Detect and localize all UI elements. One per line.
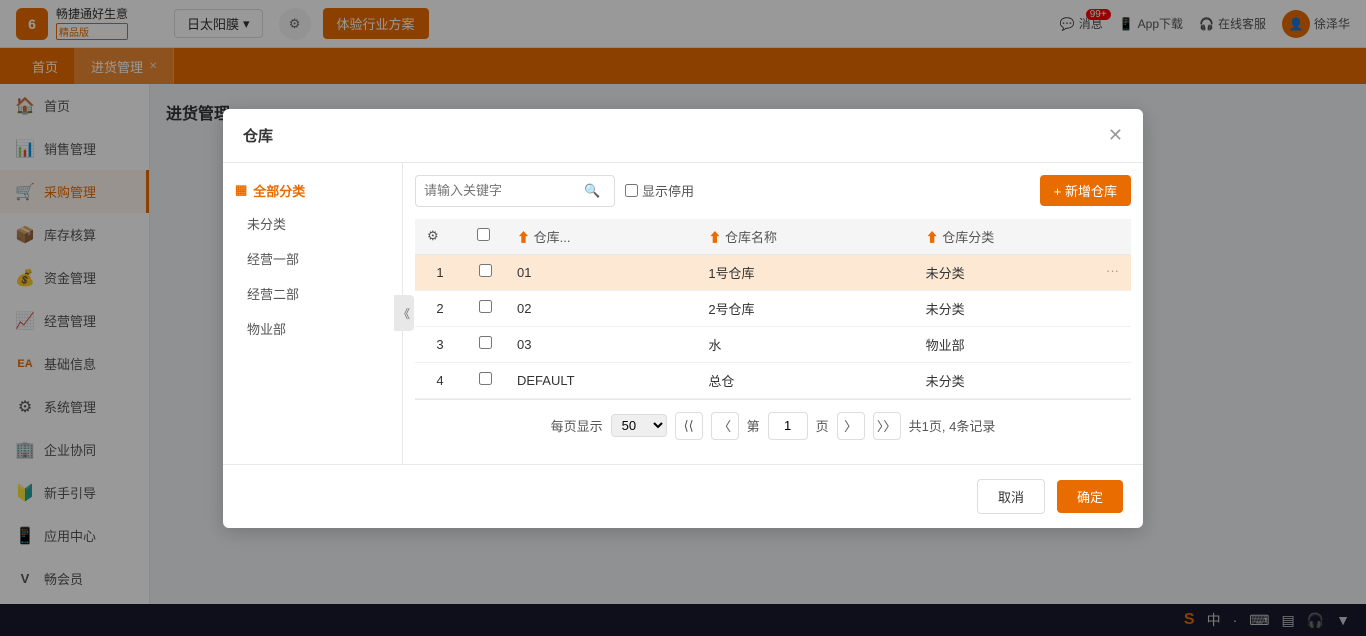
cancel-button[interactable]: 取消 [977,479,1045,514]
tree-item-uncategorized[interactable]: 未分类 [223,206,402,241]
confirm-button[interactable]: 确定 [1057,480,1123,513]
grid-icon: ▦ [235,182,247,198]
page-next-button[interactable]: 〉 [837,412,865,440]
modal-body: ▦ 全部分类 未分类 经营一部 经营二部 物业部 《 [223,163,1143,464]
col-header-name: ⬆ 仓库名称 [696,219,913,255]
modal-footer: 取消 确定 [223,464,1143,528]
modal-title: 仓库 [243,125,273,146]
modal-overlay: 仓库 ✕ ▦ 全部分类 未分类 经营一部 经营二部 [0,0,1366,636]
col-header-code: ⬆ 仓库... [505,219,696,255]
tree-root-label: 全部分类 [253,181,305,200]
search-input[interactable] [424,183,584,198]
per-page-label: 每页显示 [551,416,603,435]
table-row[interactable]: 4 DEFAULT 总仓 未分类 [415,362,1131,398]
sort-icon2: ⬆ [708,230,721,245]
row-category: 未分类 [914,362,1131,398]
table-header: ⚙ ⬆ 仓库... ⬆ [415,219,1131,255]
row-name: 1号仓库 [696,254,913,290]
row-checkbox-cell [465,254,505,290]
warehouse-modal: 仓库 ✕ ▦ 全部分类 未分类 经营一部 经营二部 [223,109,1143,528]
page-label: 第 [747,416,760,435]
row-name: 水 [696,326,913,362]
show-disabled-checkbox[interactable] [625,184,638,197]
modal-header: 仓库 ✕ [223,109,1143,163]
row-code: 01 [505,254,696,290]
page-last-button[interactable]: 〉〉 [873,412,901,440]
search-icon[interactable]: 🔍 [584,183,600,199]
total-label: 共1页, 4条记录 [909,416,996,435]
show-disabled-label: 显示停用 [642,181,694,200]
category-tree-panel: ▦ 全部分类 未分类 经营一部 经营二部 物业部 《 [223,163,403,464]
table-toolbar: 🔍 显示停用 + 新增仓库 [415,175,1131,207]
col-header-check [465,219,505,255]
row-checkbox[interactable] [479,300,492,313]
row-index: 4 [415,362,465,398]
row-category: 未分类 ··· [914,254,1131,290]
tree-item-dept1[interactable]: 经营一部 [223,241,402,276]
row-checkbox[interactable] [479,372,492,385]
sort-icon3: ⬆ [926,230,939,245]
show-disabled-checkbox-label[interactable]: 显示停用 [625,181,694,200]
table-row[interactable]: 3 03 水 物业部 [415,326,1131,362]
tree-root-item[interactable]: ▦ 全部分类 [223,175,402,206]
page-first-button[interactable]: ⟨⟨ [675,412,703,440]
col-header-category: ⬆ 仓库分类 [914,219,1131,255]
tree-item-property[interactable]: 物业部 [223,311,402,346]
row-name: 总仓 [696,362,913,398]
warehouse-table: ⚙ ⬆ 仓库... ⬆ [415,219,1131,399]
table-row[interactable]: 2 02 2号仓库 未分类 [415,290,1131,326]
page-prev-button[interactable]: 〈 [711,412,739,440]
col-header-gear: ⚙ [415,219,465,255]
tree-item-dept2[interactable]: 经营二部 [223,276,402,311]
row-category: 物业部 [914,326,1131,362]
row-checkbox[interactable] [479,336,492,349]
row-index: 2 [415,290,465,326]
gear-icon[interactable]: ⚙ [427,228,439,243]
row-checkbox-cell [465,290,505,326]
row-actions-icon[interactable]: ··· [1106,263,1119,278]
row-checkbox-cell [465,362,505,398]
sort-icon: ⬆ [517,230,530,245]
table-panel: 🔍 显示停用 + 新增仓库 ⚙ [403,163,1143,464]
select-all-checkbox[interactable] [477,228,490,241]
row-category: 未分类 [914,290,1131,326]
table-body: 1 01 1号仓库 未分类 ··· [415,254,1131,398]
row-checkbox-cell [465,326,505,362]
modal-close-button[interactable]: ✕ [1108,125,1123,146]
table-container: ⚙ ⬆ 仓库... ⬆ [415,219,1131,399]
row-code: DEFAULT [505,362,696,398]
per-page-select[interactable]: 50 20 100 [611,414,667,437]
row-name: 2号仓库 [696,290,913,326]
tree-collapse-button[interactable]: 《 [394,295,414,331]
row-checkbox[interactable] [479,264,492,277]
row-code: 03 [505,326,696,362]
row-code: 02 [505,290,696,326]
pagination: 每页显示 50 20 100 ⟨⟨ 〈 第 页 〉 〉〉 共1页, 4条记录 [415,399,1131,452]
page-input[interactable] [768,412,808,440]
page-unit: 页 [816,416,829,435]
search-box: 🔍 [415,175,615,207]
row-index: 3 [415,326,465,362]
add-warehouse-button[interactable]: + 新增仓库 [1040,175,1131,206]
table-row[interactable]: 1 01 1号仓库 未分类 ··· [415,254,1131,290]
row-index: 1 [415,254,465,290]
